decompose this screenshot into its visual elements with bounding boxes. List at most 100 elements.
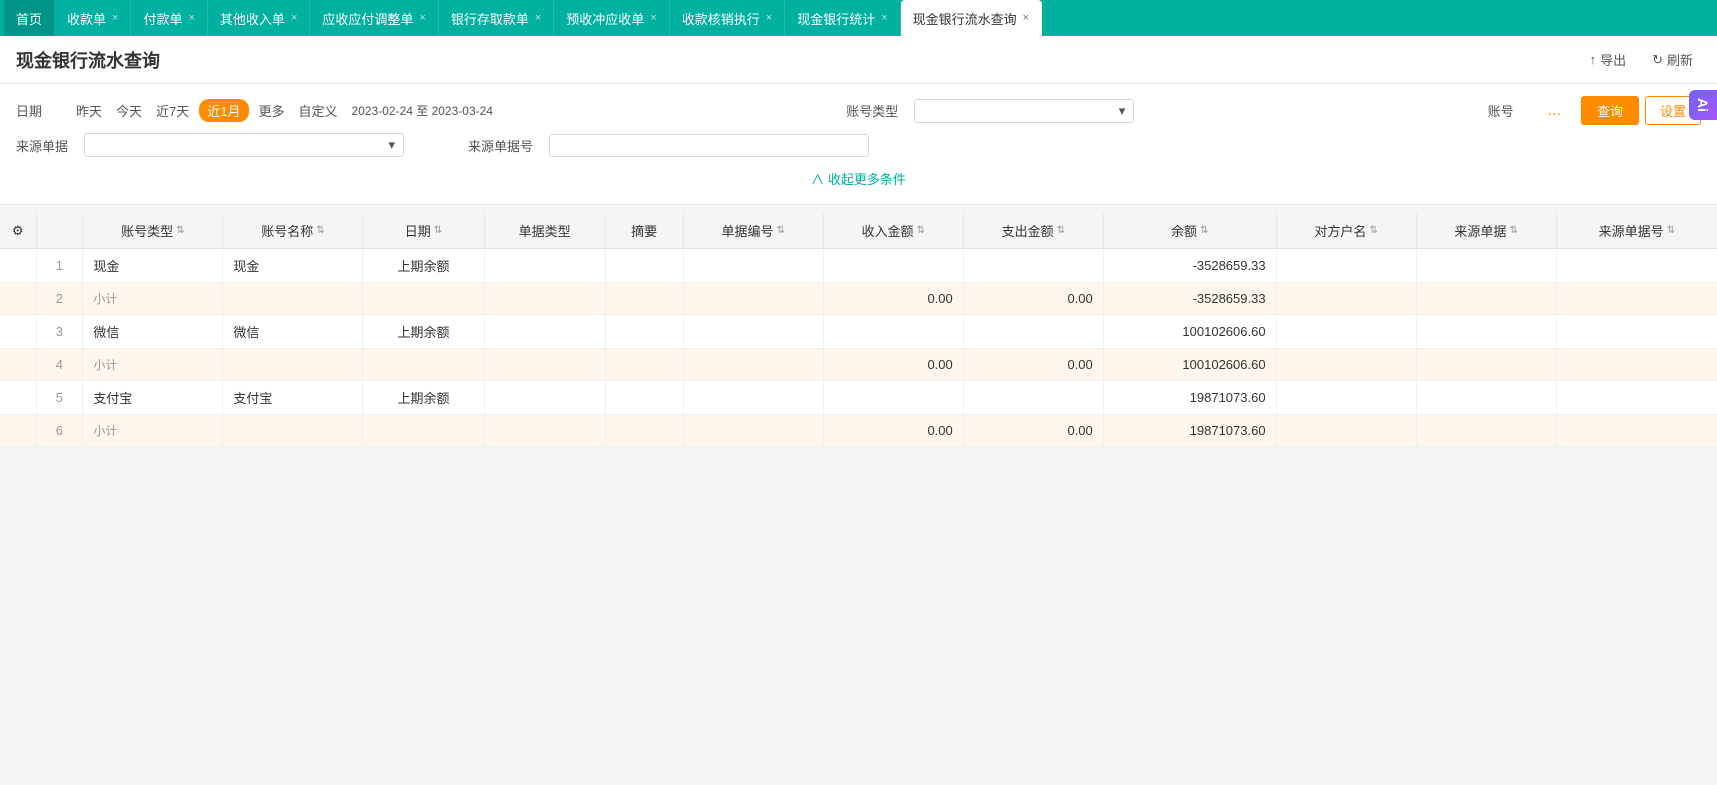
refresh-icon: ↻ bbox=[1652, 52, 1663, 68]
account-ellipsis-btn[interactable]: ... bbox=[1544, 102, 1565, 120]
query-button[interactable]: 查询 bbox=[1581, 96, 1639, 125]
cell-source-doc bbox=[1416, 315, 1556, 349]
close-icon[interactable]: × bbox=[1023, 12, 1029, 24]
th-expense[interactable]: 支出金额 ⇅ bbox=[963, 213, 1103, 249]
cell-balance: 19871073.60 bbox=[1103, 415, 1276, 447]
close-icon[interactable]: × bbox=[881, 12, 887, 24]
th-source-doc-no[interactable]: 来源单据号 ⇅ bbox=[1556, 213, 1717, 249]
sort-icon: ⇅ bbox=[917, 225, 925, 236]
nav-tab-1[interactable]: 付款单 × bbox=[131, 0, 207, 36]
sort-icon: ⇅ bbox=[1369, 225, 1377, 236]
export-button[interactable]: ↑ 导出 bbox=[1582, 46, 1635, 73]
nav-home[interactable]: 首页 bbox=[4, 0, 55, 36]
close-icon[interactable]: × bbox=[291, 12, 297, 24]
cell-summary bbox=[605, 349, 683, 381]
cell-balance: -3528659.33 bbox=[1103, 283, 1276, 315]
nav-tab-6[interactable]: 收款核销执行 × bbox=[670, 0, 785, 36]
cell-account-name: 现金 bbox=[223, 249, 363, 283]
th-income[interactable]: 收入金额 ⇅ bbox=[823, 213, 963, 249]
close-icon[interactable]: × bbox=[766, 12, 772, 24]
cell-source-doc-no bbox=[1556, 349, 1717, 381]
sort-icon: ⇅ bbox=[316, 225, 324, 236]
cell-doc-no bbox=[683, 315, 823, 349]
filter-area: 日期 昨天 今天 近7天 近1月 更多 自定义 2023-02-24 至 202… bbox=[0, 84, 1717, 205]
source-doc-select[interactable]: ▾ bbox=[84, 133, 404, 157]
cell-summary bbox=[605, 283, 683, 315]
close-icon[interactable]: × bbox=[535, 12, 541, 24]
cell-account-name: 微信 bbox=[223, 315, 363, 349]
th-source-doc[interactable]: 来源单据 ⇅ bbox=[1416, 213, 1556, 249]
th-balance[interactable]: 余额 ⇅ bbox=[1103, 213, 1276, 249]
cell-doc-no bbox=[683, 415, 823, 447]
th-doc-no[interactable]: 单据编号 ⇅ bbox=[683, 213, 823, 249]
cell-income bbox=[823, 249, 963, 283]
cell-account-name bbox=[223, 283, 363, 315]
nav-tab-3[interactable]: 应收应付调整单 × bbox=[310, 0, 438, 36]
collapse-bar[interactable]: ∧ 收起更多条件 bbox=[16, 165, 1701, 192]
cell-counterpart bbox=[1276, 315, 1416, 349]
source-doc-num-input[interactable] bbox=[558, 138, 860, 153]
header-actions: ↑ 导出 ↻ 刷新 bbox=[1582, 46, 1701, 73]
shortcut-today[interactable]: 今天 bbox=[112, 99, 146, 122]
shortcut-yesterday[interactable]: 昨天 bbox=[72, 99, 106, 122]
cell-gear bbox=[0, 349, 36, 381]
close-icon[interactable]: × bbox=[112, 12, 118, 24]
cell-summary bbox=[605, 415, 683, 447]
cell-account-type: 微信 bbox=[83, 315, 223, 349]
source-doc-num-label: 来源单据号 bbox=[468, 136, 533, 155]
nav-tab-5[interactable]: 预收冲应收单 × bbox=[554, 0, 669, 36]
sort-icon: ⇅ bbox=[176, 225, 184, 236]
cell-counterpart bbox=[1276, 381, 1416, 415]
nav-tab-4[interactable]: 银行存取款单 × bbox=[439, 0, 554, 36]
cell-date bbox=[363, 349, 484, 381]
refresh-button[interactable]: ↻ 刷新 bbox=[1644, 46, 1701, 73]
export-icon: ↑ bbox=[1590, 52, 1597, 67]
close-icon[interactable]: × bbox=[650, 12, 656, 24]
sort-icon: ⇅ bbox=[777, 225, 785, 236]
cell-gear bbox=[0, 249, 36, 283]
shortcut-custom[interactable]: 自定义 bbox=[295, 99, 342, 122]
ai-badge[interactable]: Ai bbox=[1689, 90, 1717, 120]
sort-icon: ⇅ bbox=[1509, 225, 1517, 236]
cell-expense bbox=[963, 381, 1103, 415]
nav-tab-7[interactable]: 现金银行统计 × bbox=[785, 0, 900, 36]
th-gear[interactable]: ⚙ bbox=[0, 213, 36, 249]
cell-source-doc bbox=[1416, 283, 1556, 315]
close-icon[interactable]: × bbox=[188, 12, 194, 24]
shortcut-1month[interactable]: 近1月 bbox=[199, 99, 248, 122]
sort-icon: ⇅ bbox=[1667, 225, 1675, 236]
cell-date bbox=[363, 283, 484, 315]
cell-source-doc-no bbox=[1556, 415, 1717, 447]
cell-source-doc-no bbox=[1556, 283, 1717, 315]
cell-doc-type bbox=[484, 415, 605, 447]
cell-date bbox=[363, 415, 484, 447]
cell-idx: 2 bbox=[36, 283, 83, 315]
gear-icon[interactable]: ⚙ bbox=[12, 223, 24, 238]
cell-account-type: 小计 bbox=[83, 283, 223, 315]
account-type-select[interactable]: ▾ bbox=[914, 99, 1134, 123]
cell-summary bbox=[605, 249, 683, 283]
cell-idx: 6 bbox=[36, 415, 83, 447]
chevron-up-icon: ∧ bbox=[811, 172, 824, 187]
cell-doc-type bbox=[484, 283, 605, 315]
cell-date: 上期余额 bbox=[363, 381, 484, 415]
th-account-type[interactable]: 账号类型 ⇅ bbox=[83, 213, 223, 249]
cell-expense bbox=[963, 315, 1103, 349]
cell-doc-no bbox=[683, 249, 823, 283]
th-account-name[interactable]: 账号名称 ⇅ bbox=[223, 213, 363, 249]
account-type-label: 账号类型 bbox=[846, 101, 898, 120]
th-date[interactable]: 日期 ⇅ bbox=[363, 213, 484, 249]
date-range-display: 2023-02-24 至 2023-03-24 bbox=[352, 102, 493, 119]
shortcut-7days[interactable]: 近7天 bbox=[152, 99, 193, 122]
shortcut-more[interactable]: 更多 bbox=[255, 99, 289, 122]
table-row: 4 小计 0.00 0.00 100102606.60 bbox=[0, 349, 1717, 381]
cell-counterpart bbox=[1276, 249, 1416, 283]
sort-icon: ⇅ bbox=[434, 225, 442, 236]
filter-row-source: 来源单据 ▾ 来源单据号 bbox=[16, 133, 1701, 157]
close-icon[interactable]: × bbox=[419, 12, 425, 24]
nav-tab-0[interactable]: 收款单 × bbox=[55, 0, 131, 36]
nav-tab-2[interactable]: 其他收入单 × bbox=[208, 0, 310, 36]
cell-income: 0.00 bbox=[823, 283, 963, 315]
nav-tab-8[interactable]: 现金银行流水查询 × bbox=[901, 0, 1042, 36]
th-counterpart[interactable]: 对方户名 ⇅ bbox=[1276, 213, 1416, 249]
